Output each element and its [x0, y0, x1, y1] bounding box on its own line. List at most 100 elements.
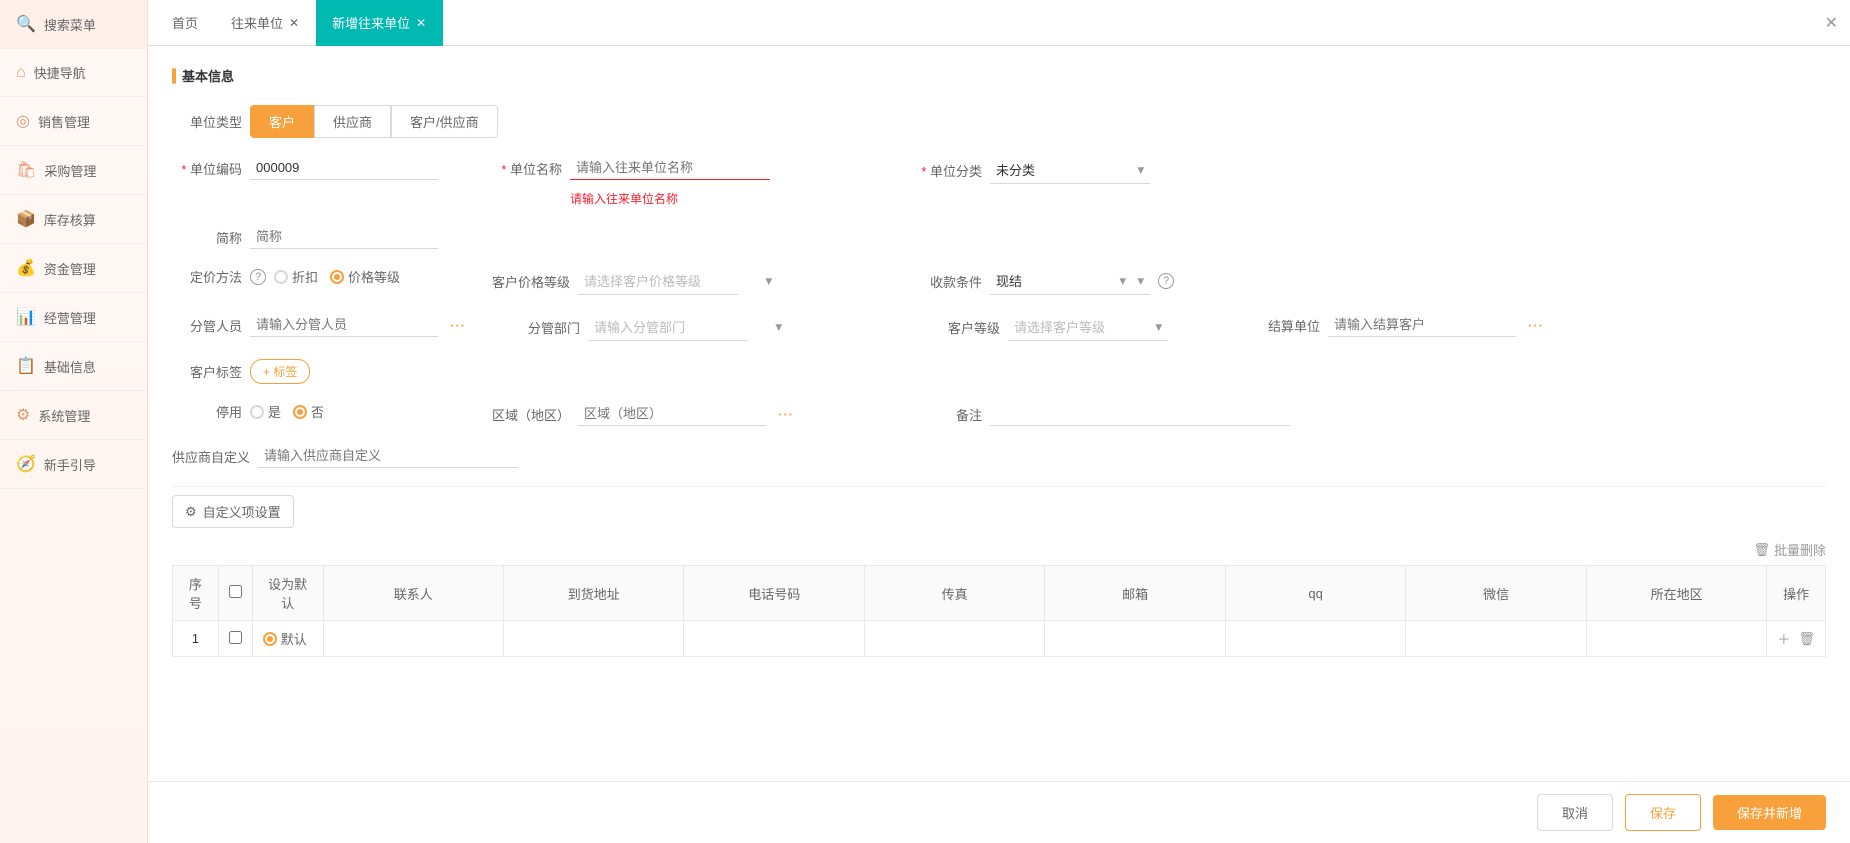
- unit-name-error: 请输入往来单位名称: [570, 190, 678, 207]
- sidebar-item-basic[interactable]: 📋 基础信息: [0, 342, 147, 391]
- cell-contact: [323, 621, 503, 657]
- custom-settings-button[interactable]: ⚙ 自定义项设置: [172, 495, 294, 528]
- row-default-radio[interactable]: 默认: [263, 629, 313, 648]
- department-placeholder: 请输入分管部门: [588, 313, 748, 341]
- unit-type-both-btn[interactable]: 客户/供应商: [391, 105, 498, 138]
- sidebar-item-sales[interactable]: ◎ 销售管理: [0, 97, 147, 146]
- disabled-yes-radio[interactable]: 是: [250, 402, 281, 421]
- unit-category-field: 单位分类 未分类 ▾: [912, 156, 1192, 184]
- code-name-row: 单位编码 单位名称 请输入往来单位名称 单位分类 未分类 ▾: [172, 156, 1826, 207]
- address-input[interactable]: [514, 631, 673, 646]
- business-icon: 📊: [16, 307, 36, 327]
- sidebar-item-basic-label: 基础信息: [44, 357, 96, 376]
- tab-units-close[interactable]: ✕: [289, 16, 299, 30]
- settlement-more-btn[interactable]: ···: [1524, 318, 1548, 333]
- unit-category-value: 未分类: [990, 156, 1150, 184]
- settlement-unit-input[interactable]: [1328, 313, 1516, 337]
- delete-row-icon[interactable]: 🗑: [1798, 631, 1815, 647]
- sidebar-item-system[interactable]: ⚙ 系统管理: [0, 391, 147, 440]
- settlement-unit-field: 结算单位 ···: [1250, 313, 1548, 337]
- email-input[interactable]: [1055, 631, 1214, 646]
- main-close-icon[interactable]: ✕: [1825, 13, 1838, 33]
- unit-name-input[interactable]: [570, 156, 770, 180]
- sidebar-item-inventory[interactable]: 📦 库存核算: [0, 195, 147, 244]
- pricing-discount-dot: [274, 270, 288, 284]
- pricing-discount-radio[interactable]: 折扣: [274, 267, 318, 286]
- phone-input[interactable]: [694, 631, 853, 646]
- wechat-input[interactable]: [1416, 631, 1575, 646]
- sidebar-item-purchase[interactable]: 🛍 采购管理: [0, 146, 147, 195]
- payment-terms-label: 收款条件: [912, 272, 982, 291]
- select-all-checkbox[interactable]: [229, 585, 242, 598]
- tab-new-unit[interactable]: 新增往来单位 ✕: [316, 0, 443, 46]
- disabled-label: 停用: [172, 402, 242, 421]
- contact-table: 序号 设为默认 联系人 到货地址 电话号码 传真 邮箱 qq 微信 所在地区 操…: [172, 565, 1826, 657]
- pricing-level-radio[interactable]: 价格等级: [330, 267, 400, 286]
- sidebar-item-guide[interactable]: 🧭 新手引导: [0, 440, 147, 489]
- short-name-input[interactable]: [250, 225, 438, 249]
- pricing-level-dot: [330, 270, 344, 284]
- cell-default: 默认: [252, 621, 323, 657]
- manager-label: 分管人员: [172, 316, 242, 335]
- inventory-icon: 📦: [16, 209, 36, 229]
- contact-input[interactable]: [334, 631, 493, 646]
- manager-row: 分管人员 ··· 分管部门 请输入分管部门 ▾ 客户等级 请选择客户等级 ▾ 结…: [172, 313, 1826, 341]
- region-more-btn[interactable]: ···: [774, 407, 798, 422]
- unit-name-label: 单位名称: [492, 159, 562, 178]
- row-action-icons: ＋ 🗑: [1777, 629, 1815, 648]
- sidebar-item-search[interactable]: 🔍 搜索菜单: [0, 0, 147, 49]
- manager-more-btn[interactable]: ···: [446, 318, 470, 333]
- col-action: 操作: [1767, 566, 1826, 621]
- batch-delete-btn[interactable]: 🗑 批量删除: [1753, 540, 1826, 559]
- add-tag-button[interactable]: + 标签: [250, 359, 310, 384]
- cell-qq: [1225, 621, 1406, 657]
- cancel-button[interactable]: 取消: [1537, 794, 1613, 831]
- tab-units[interactable]: 往来单位 ✕: [215, 0, 316, 46]
- table-region-input[interactable]: [1597, 631, 1756, 646]
- customer-tag-field: 客户标签 + 标签: [172, 359, 452, 384]
- unit-type-customer-btn[interactable]: 客户: [250, 105, 314, 138]
- row-checkbox[interactable]: [229, 631, 242, 644]
- customer-level-wrapper[interactable]: 请选择客户等级 ▾: [1008, 313, 1168, 341]
- customer-level-label: 客户等级: [930, 318, 1000, 337]
- department-wrapper[interactable]: 请输入分管部门 ▾: [588, 313, 788, 341]
- sidebar-item-inventory-label: 库存核算: [44, 210, 96, 229]
- payment-terms-wrapper[interactable]: 现结 ▾: [990, 267, 1150, 295]
- sidebar-item-business[interactable]: 📊 经营管理: [0, 293, 147, 342]
- batch-delete-icon: 🗑: [1753, 542, 1770, 558]
- customer-price-level-wrapper[interactable]: 请选择客户价格等级 ▾: [578, 267, 778, 295]
- add-row-icon[interactable]: ＋: [1777, 629, 1790, 648]
- col-checkbox: [218, 566, 252, 621]
- payment-help-icon[interactable]: ?: [1158, 273, 1174, 289]
- sidebar-item-quick-nav[interactable]: ⌂ 快捷导航: [0, 49, 147, 97]
- save-button[interactable]: 保存: [1625, 794, 1701, 831]
- pricing-radio-group: 折扣 价格等级: [274, 267, 400, 286]
- tab-new-unit-close[interactable]: ✕: [416, 16, 426, 30]
- sidebar-item-finance-label: 资金管理: [44, 259, 96, 278]
- unit-code-input[interactable]: [250, 156, 438, 180]
- col-phone: 电话号码: [684, 566, 864, 621]
- unit-type-supplier-btn[interactable]: 供应商: [314, 105, 391, 138]
- contact-table-section: 🗑 批量删除 序号 设为默认 联系人 到货地址 电话号码 传真 邮箱 qq: [172, 540, 1826, 657]
- qq-input[interactable]: [1236, 631, 1396, 646]
- sidebar-item-quick-nav-label: 快捷导航: [34, 63, 86, 82]
- save-and-new-button[interactable]: 保存并新增: [1713, 795, 1826, 830]
- unit-category-select-wrapper[interactable]: 未分类 ▾: [990, 156, 1150, 184]
- cell-fax: [864, 621, 1044, 657]
- remark-input[interactable]: [990, 402, 1290, 426]
- fax-input[interactable]: [875, 631, 1034, 646]
- section-title-text: 基本信息: [182, 66, 234, 85]
- pricing-discount-label: 折扣: [292, 267, 318, 286]
- region-input[interactable]: [578, 402, 766, 426]
- disabled-no-radio[interactable]: 否: [293, 402, 324, 421]
- col-contact: 联系人: [323, 566, 503, 621]
- disabled-yes-label: 是: [268, 402, 281, 421]
- sidebar-item-finance[interactable]: 💰 资金管理: [0, 244, 147, 293]
- table-row: 1 默认: [173, 621, 1826, 657]
- manager-input[interactable]: [250, 313, 438, 337]
- unit-name-field: 单位名称 请输入往来单位名称: [492, 156, 872, 207]
- pricing-help-icon[interactable]: ?: [250, 269, 266, 285]
- tab-home[interactable]: 首页: [156, 0, 215, 46]
- supplier-custom-input[interactable]: [258, 444, 518, 468]
- custom-settings-label: 自定义项设置: [203, 502, 281, 521]
